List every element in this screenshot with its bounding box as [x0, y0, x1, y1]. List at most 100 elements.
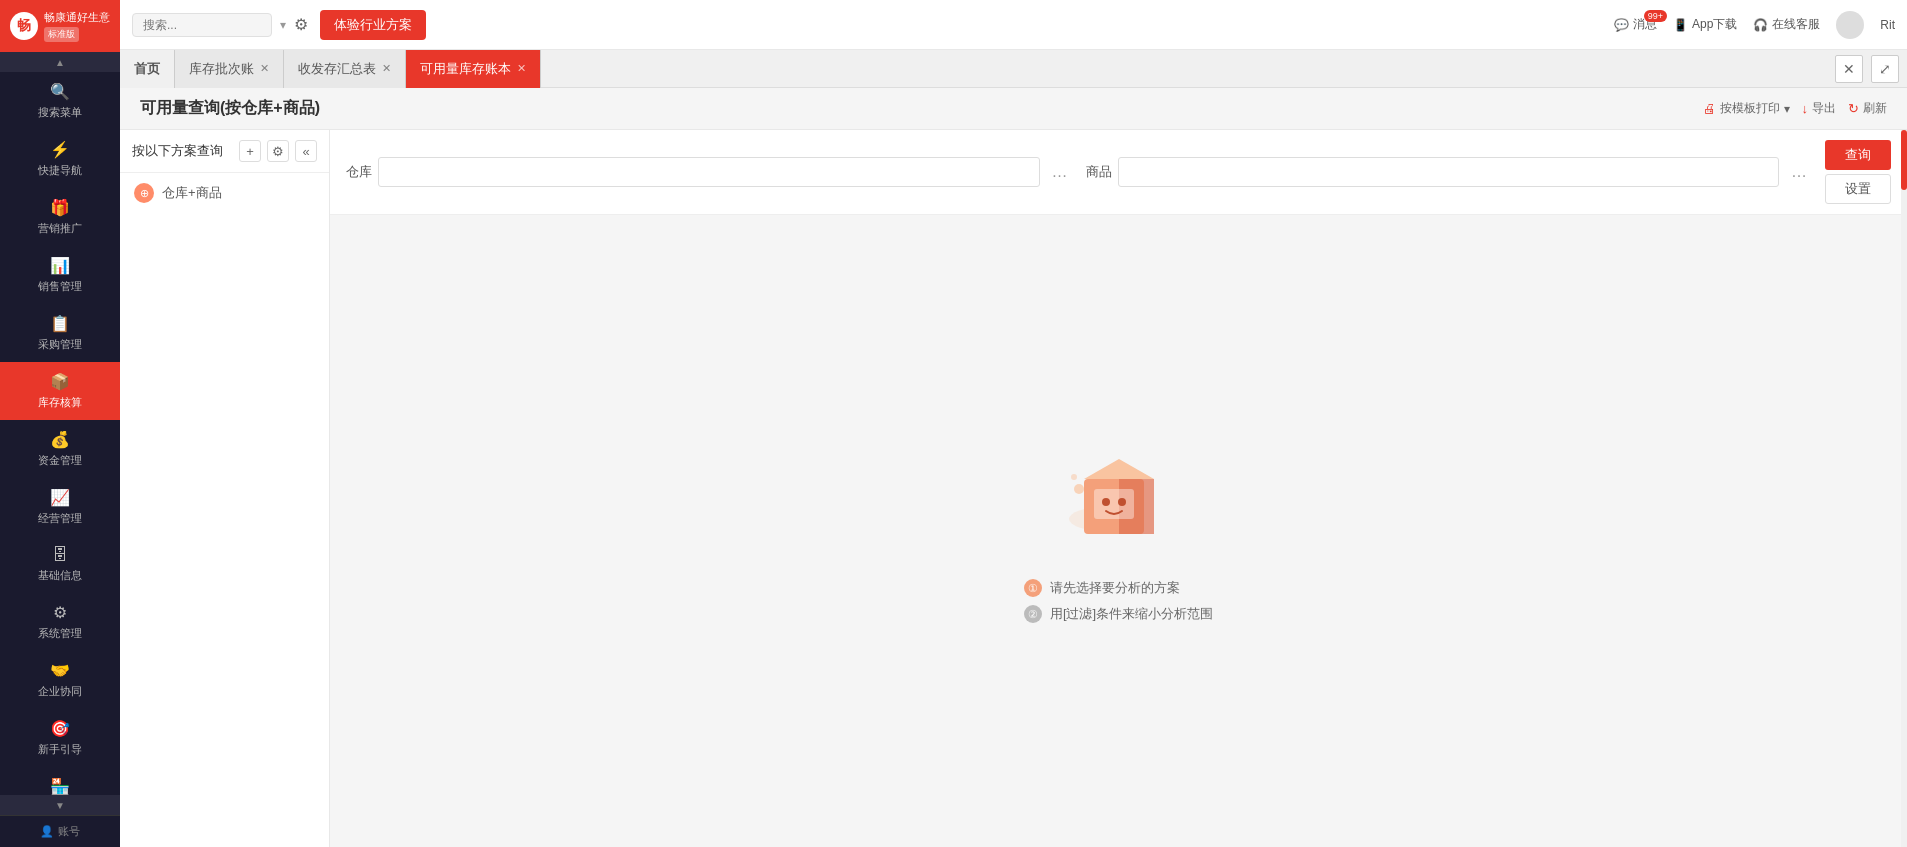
empty-step1: ① 请先选择要分析的方案 — [1024, 579, 1213, 597]
sidebar-item-quicknav[interactable]: ⚡ 快捷导航 — [0, 130, 120, 188]
refresh-btn[interactable]: ↻ 刷新 — [1848, 100, 1887, 117]
print-label: 按模板打印 — [1720, 100, 1780, 117]
topbar: ▾ ⚙ 体验行业方案 💬 消息 99+ 📱 App下载 🎧 在线客服 Rit — [120, 0, 1907, 50]
sidebar-item-enterprise[interactable]: 🤝 企业协同 — [0, 651, 120, 709]
warehouse-label: 仓库 — [346, 163, 372, 181]
tab-close-icon[interactable]: ✕ — [382, 62, 391, 75]
online-service-label: 在线客服 — [1772, 16, 1820, 33]
step1-text: 请先选择要分析的方案 — [1050, 579, 1180, 597]
sidebar-item-label: 采购管理 — [38, 337, 82, 352]
filter-settings-btn[interactable]: ⚙ — [267, 140, 289, 162]
sidebar-item-label: 资金管理 — [38, 453, 82, 468]
sidebar-item-label: 企业协同 — [38, 684, 82, 699]
sidebar-item-label: 快捷导航 — [38, 163, 82, 178]
right-scrollbar[interactable] — [1901, 130, 1907, 847]
app-download-btn[interactable]: 📱 App下载 — [1673, 16, 1737, 33]
sidebar-item-guide[interactable]: 🎯 新手引导 — [0, 709, 120, 767]
user-name: Rit — [1880, 18, 1895, 32]
enterprise-icon: 🤝 — [50, 661, 70, 680]
tab-label: 收发存汇总表 — [298, 60, 376, 78]
tab-expand-btn[interactable]: ⤢ — [1871, 55, 1899, 83]
svg-marker-2 — [1084, 459, 1154, 479]
sidebar-bottom[interactable]: 👤 账号 — [0, 815, 120, 847]
tab-close-icon[interactable]: ✕ — [517, 62, 526, 75]
chevron-down-icon[interactable]: ▾ — [280, 18, 286, 32]
app-title: 畅康通好生意 — [44, 10, 110, 25]
svg-point-8 — [1071, 474, 1077, 480]
search-input[interactable] — [132, 13, 272, 37]
filter-scheme-icon: ⊕ — [134, 183, 154, 203]
sidebar-item-sales[interactable]: 📊 销售管理 — [0, 246, 120, 304]
export-icon: ↓ — [1802, 101, 1809, 116]
industry-btn[interactable]: 体验行业方案 — [320, 10, 426, 40]
sidebar-item-appcenter[interactable]: 🏪 应用中心 — [0, 767, 120, 795]
setting-button[interactable]: 设置 — [1825, 174, 1891, 204]
product-input[interactable] — [1118, 157, 1780, 187]
sidebar-item-label: 销售管理 — [38, 279, 82, 294]
online-service-btn[interactable]: 🎧 在线客服 — [1753, 16, 1820, 33]
export-label: 导出 — [1812, 100, 1836, 117]
step1-number: ① — [1024, 579, 1042, 597]
filter-add-btn[interactable]: + — [239, 140, 261, 162]
appcenter-icon: 🏪 — [50, 777, 70, 795]
tab-inventory-batch[interactable]: 库存批次账 ✕ — [175, 50, 284, 88]
print-btn[interactable]: 🖨 按模板打印 ▾ — [1703, 100, 1790, 117]
filter-item-warehouse-product[interactable]: ⊕ 仓库+商品 — [120, 173, 329, 213]
warehouse-more-icon[interactable]: … — [1046, 163, 1074, 181]
sidebar-scroll-up[interactable]: ▲ — [0, 52, 120, 72]
sidebar-item-label: 系统管理 — [38, 626, 82, 641]
product-more-icon[interactable]: … — [1785, 163, 1813, 181]
sidebar-item-basic-info[interactable]: 🗄 基础信息 — [0, 536, 120, 593]
sidebar-item-label: 库存核算 — [38, 395, 82, 410]
sidebar-header: 畅 畅康通好生意 标准版 — [0, 0, 120, 52]
sidebar-item-inventory[interactable]: 📦 库存核算 — [0, 362, 120, 420]
page-actions: 🖨 按模板打印 ▾ ↓ 导出 ↻ 刷新 — [1703, 100, 1888, 117]
purchase-icon: 📋 — [50, 314, 70, 333]
step2-text: 用[过滤]条件来缩小分析范围 — [1050, 605, 1213, 623]
tab-home[interactable]: 首页 — [120, 50, 175, 88]
message-btn[interactable]: 💬 消息 99+ — [1614, 16, 1657, 33]
sidebar-item-system[interactable]: ⚙ 系统管理 — [0, 593, 120, 651]
refresh-icon: ↻ — [1848, 101, 1859, 116]
tab-close-btn[interactable]: ✕ — [1835, 55, 1863, 83]
filter-collapse-btn[interactable]: « — [295, 140, 317, 162]
user-avatar[interactable] — [1836, 11, 1864, 39]
query-button[interactable]: 查询 — [1825, 140, 1891, 170]
warehouse-field: 仓库 … — [346, 157, 1074, 187]
app-logo: 畅 — [10, 12, 38, 40]
filter-header: 按以下方案查询 + ⚙ « — [120, 130, 329, 173]
sidebar-item-operations[interactable]: 📈 经营管理 — [0, 478, 120, 536]
empty-state: ① 请先选择要分析的方案 ② 用[过滤]条件来缩小分析范围 — [330, 215, 1907, 847]
quicknav-icon: ⚡ — [50, 140, 70, 159]
sidebar-item-search[interactable]: 🔍 搜索菜单 — [0, 72, 120, 130]
tab-label: 首页 — [134, 60, 160, 78]
filter-item-label: 仓库+商品 — [162, 184, 222, 202]
sidebar-scroll-down[interactable]: ▼ — [0, 795, 120, 815]
product-field: 商品 … — [1086, 157, 1814, 187]
content-area: 按以下方案查询 + ⚙ « ⊕ 仓库+商品 仓库 … — [120, 130, 1907, 847]
scrollbar-thumb — [1901, 130, 1907, 190]
print-chevron-icon: ▾ — [1784, 102, 1790, 116]
gear-icon[interactable]: ⚙ — [294, 15, 308, 34]
page-title: 可用量查询(按仓库+商品) — [140, 98, 320, 119]
sidebar-item-purchase[interactable]: 📋 采购管理 — [0, 304, 120, 362]
message-icon: 💬 — [1614, 18, 1629, 32]
warehouse-input[interactable] — [378, 157, 1040, 187]
system-icon: ⚙ — [53, 603, 67, 622]
tab-available-stock[interactable]: 可用量库存账本 ✕ — [406, 50, 541, 88]
export-btn[interactable]: ↓ 导出 — [1802, 100, 1837, 117]
sidebar: 畅 畅康通好生意 标准版 ▲ 🔍 搜索菜单 ⚡ 快捷导航 🎁 营销推广 📊 销售… — [0, 0, 120, 847]
print-icon: 🖨 — [1703, 101, 1716, 116]
tab-label: 可用量库存账本 — [420, 60, 511, 78]
svg-point-7 — [1074, 484, 1084, 494]
sidebar-item-label: 搜索菜单 — [38, 105, 82, 120]
tab-stock-summary[interactable]: 收发存汇总表 ✕ — [284, 50, 406, 88]
sidebar-user-label: 账号 — [58, 824, 80, 839]
sidebar-item-label: 新手引导 — [38, 742, 82, 757]
filter-panel: 按以下方案查询 + ⚙ « ⊕ 仓库+商品 — [120, 130, 330, 847]
sidebar-item-marketing[interactable]: 🎁 营销推广 — [0, 188, 120, 246]
topbar-right: 💬 消息 99+ 📱 App下载 🎧 在线客服 Rit — [1614, 11, 1895, 39]
main-area: ▾ ⚙ 体验行业方案 💬 消息 99+ 📱 App下载 🎧 在线客服 Rit 首… — [120, 0, 1907, 847]
tab-close-icon[interactable]: ✕ — [260, 62, 269, 75]
sidebar-item-finance[interactable]: 💰 资金管理 — [0, 420, 120, 478]
